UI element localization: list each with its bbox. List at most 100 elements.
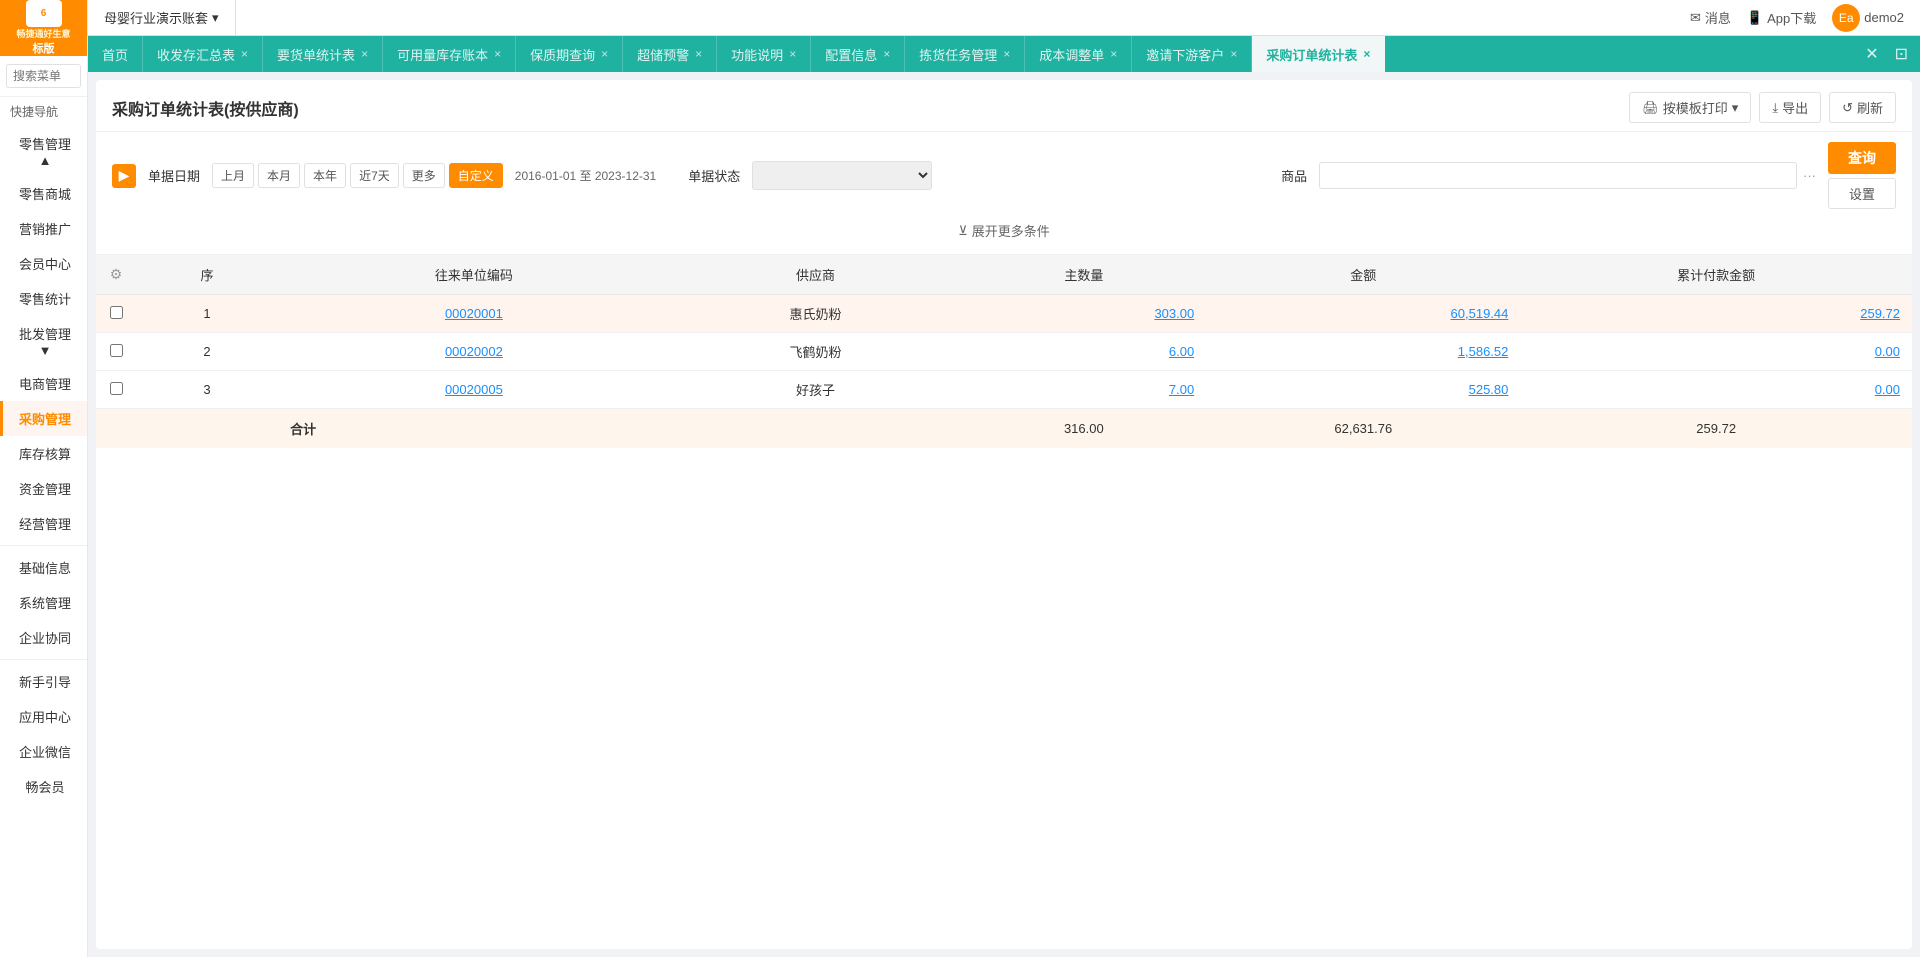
account-dropdown[interactable]: 母婴行业演示账套 ▾ xyxy=(88,0,236,36)
row-quantity[interactable]: 303.00 xyxy=(961,295,1206,333)
row-quantity[interactable]: 7.00 xyxy=(961,371,1206,409)
date-filter-label: 单据日期 xyxy=(148,166,200,185)
row-checkbox[interactable] xyxy=(110,344,123,357)
export-btn[interactable]: ⤓ 导出 xyxy=(1759,92,1821,123)
row-paid[interactable]: 0.00 xyxy=(1520,371,1912,409)
app-download-label: App下载 xyxy=(1767,8,1816,27)
goods-input[interactable] xyxy=(1319,162,1797,189)
sidebar-item-vip[interactable]: 畅会员 xyxy=(0,769,87,804)
tab-collect-close[interactable]: × xyxy=(241,47,248,61)
tab-expand-btn[interactable]: ⊡ xyxy=(1891,42,1912,66)
print-dropdown-icon: ▾ xyxy=(1732,100,1739,116)
table-row: 3 00020005 好孩子 7.00 525.80 0.00 xyxy=(96,371,1912,409)
tab-collect[interactable]: 收发存汇总表 × xyxy=(143,36,263,72)
sidebar-item-base-info[interactable]: 基础信息 xyxy=(0,550,87,585)
tab-require-stats[interactable]: 要货单统计表 × xyxy=(263,36,383,72)
sidebar-item-member[interactable]: 会员中心 xyxy=(0,246,87,281)
main-area: 母婴行业演示账套 ▾ ✉ 消息 📱 App下载 Ea demo2 首页 xyxy=(88,0,1920,957)
date-btn-this-month[interactable]: 本月 xyxy=(258,163,300,188)
row-code[interactable]: 00020001 xyxy=(278,295,670,333)
topbar-right: ✉ 消息 📱 App下载 Ea demo2 xyxy=(1674,4,1920,32)
tab-usable-stock[interactable]: 可用量库存账本 × xyxy=(383,36,516,72)
search-input[interactable] xyxy=(6,64,81,88)
sidebar-item-system[interactable]: 系统管理 xyxy=(0,585,87,620)
sidebar-item-retail[interactable]: 零售管理 ▲ xyxy=(0,126,87,176)
row-amount[interactable]: 60,519.44 xyxy=(1206,295,1520,333)
row-paid[interactable]: 259.72 xyxy=(1520,295,1912,333)
gear-settings-icon[interactable]: ⚙ xyxy=(110,266,123,282)
query-btn[interactable]: 查询 xyxy=(1828,142,1896,174)
tab-cost-adjust-close[interactable]: × xyxy=(1110,47,1117,61)
sidebar-item-purchase[interactable]: 采购管理 xyxy=(0,401,87,436)
tab-pick-task-close[interactable]: × xyxy=(1003,47,1010,61)
sidebar-item-enterprise[interactable]: 企业协同 xyxy=(0,620,87,655)
tab-config-close[interactable]: × xyxy=(883,47,890,61)
tab-func-desc[interactable]: 功能说明 × xyxy=(717,36,811,72)
tab-pick-task[interactable]: 拣货任务管理 × xyxy=(905,36,1025,72)
tab-overstock[interactable]: 超储预警 × xyxy=(623,36,717,72)
tab-usable-stock-close[interactable]: × xyxy=(494,47,501,61)
tab-invite-downstream[interactable]: 邀请下游客户 × xyxy=(1132,36,1252,72)
sidebar-item-operations[interactable]: 经营管理 xyxy=(0,506,87,541)
col-amount: 金额 xyxy=(1206,255,1520,295)
template-print-btn[interactable]: 🖨 按模板打印 ▾ xyxy=(1629,92,1751,123)
refresh-btn[interactable]: ↺ 刷新 xyxy=(1829,92,1896,123)
row-supplier: 飞鹤奶粉 xyxy=(670,333,962,371)
expand-more-btn[interactable]: ⊻ 展开更多条件 xyxy=(112,217,1896,244)
expand-label: 展开更多条件 xyxy=(972,221,1050,240)
sidebar-item-wholesale[interactable]: 批发管理 ▼ xyxy=(0,316,87,366)
tab-cost-adjust[interactable]: 成本调整单 × xyxy=(1025,36,1132,72)
settings-btn[interactable]: 设置 xyxy=(1828,178,1896,209)
sidebar-divider-1 xyxy=(0,545,87,546)
table-row: 1 00020001 惠氏奶粉 303.00 60,519.44 259.72 xyxy=(96,295,1912,333)
tab-home[interactable]: 首页 xyxy=(88,36,143,72)
row-supplier: 惠氏奶粉 xyxy=(670,295,962,333)
date-btn-7days[interactable]: 近7天 xyxy=(350,163,399,188)
sidebar-item-retail-shop[interactable]: 零售商城 xyxy=(0,176,87,211)
date-btn-more[interactable]: 更多 xyxy=(403,163,445,188)
tab-close-all-btn[interactable]: ✕ xyxy=(1861,42,1882,66)
sidebar-item-retail-stats[interactable]: 零售统计 xyxy=(0,281,87,316)
row-paid[interactable]: 0.00 xyxy=(1520,333,1912,371)
date-btn-last-month[interactable]: 上月 xyxy=(212,163,254,188)
row-amount[interactable]: 525.80 xyxy=(1206,371,1520,409)
row-code[interactable]: 00020002 xyxy=(278,333,670,371)
tab-expiry[interactable]: 保质期查询 × xyxy=(516,36,623,72)
quick-nav-section[interactable]: 快捷导航 xyxy=(0,97,87,126)
goods-more-icon[interactable]: ··· xyxy=(1803,168,1816,183)
sidebar-item-weixin[interactable]: 企业微信 xyxy=(0,734,87,769)
tabbar-end: ✕ ⊡ xyxy=(1853,42,1920,66)
sidebar-item-app-center[interactable]: 应用中心 xyxy=(0,699,87,734)
status-select[interactable] xyxy=(752,161,932,190)
tab-invite-downstream-close[interactable]: × xyxy=(1230,47,1237,61)
message-btn[interactable]: ✉ 消息 xyxy=(1690,8,1731,27)
message-label: 消息 xyxy=(1705,8,1731,27)
row-checkbox[interactable] xyxy=(110,382,123,395)
row-code[interactable]: 00020005 xyxy=(278,371,670,409)
app-download-btn[interactable]: 📱 App下载 xyxy=(1747,8,1816,27)
tab-purchase-stats-close[interactable]: × xyxy=(1363,47,1370,61)
date-btn-custom[interactable]: 自定义 xyxy=(449,163,503,188)
content-area: 采购订单统计表(按供应商) 🖨 按模板打印 ▾ ⤓ 导出 ↺ 刷新 xyxy=(88,72,1920,957)
tab-overstock-close[interactable]: × xyxy=(695,47,702,61)
sidebar-item-inventory[interactable]: 库存核算 xyxy=(0,436,87,471)
tab-require-stats-close[interactable]: × xyxy=(361,47,368,61)
row-quantity[interactable]: 6.00 xyxy=(961,333,1206,371)
tab-purchase-stats[interactable]: 采购订单统计表 × xyxy=(1252,36,1385,72)
tab-config[interactable]: 配置信息 × xyxy=(811,36,905,72)
row-checkbox[interactable] xyxy=(110,306,123,319)
table-footer-row: 合计 316.00 62,631.76 259.72 xyxy=(96,409,1912,449)
sidebar-item-marketing[interactable]: 营销推广 xyxy=(0,211,87,246)
date-btn-this-year[interactable]: 本年 xyxy=(304,163,346,188)
status-label: 单据状态 xyxy=(688,166,740,185)
filter-toggle-btn[interactable]: ▶ xyxy=(112,164,136,188)
tab-invite-downstream-label: 邀请下游客户 xyxy=(1146,45,1224,64)
tab-expiry-close[interactable]: × xyxy=(601,47,608,61)
col-supplier: 供应商 xyxy=(670,255,962,295)
sidebar-item-ecommerce[interactable]: 电商管理 xyxy=(0,366,87,401)
row-amount[interactable]: 1,586.52 xyxy=(1206,333,1520,371)
sidebar-item-guide[interactable]: 新手引导 xyxy=(0,664,87,699)
user-info[interactable]: Ea demo2 xyxy=(1832,4,1904,32)
tab-func-desc-close[interactable]: × xyxy=(789,47,796,61)
sidebar-item-finance[interactable]: 资金管理 xyxy=(0,471,87,506)
